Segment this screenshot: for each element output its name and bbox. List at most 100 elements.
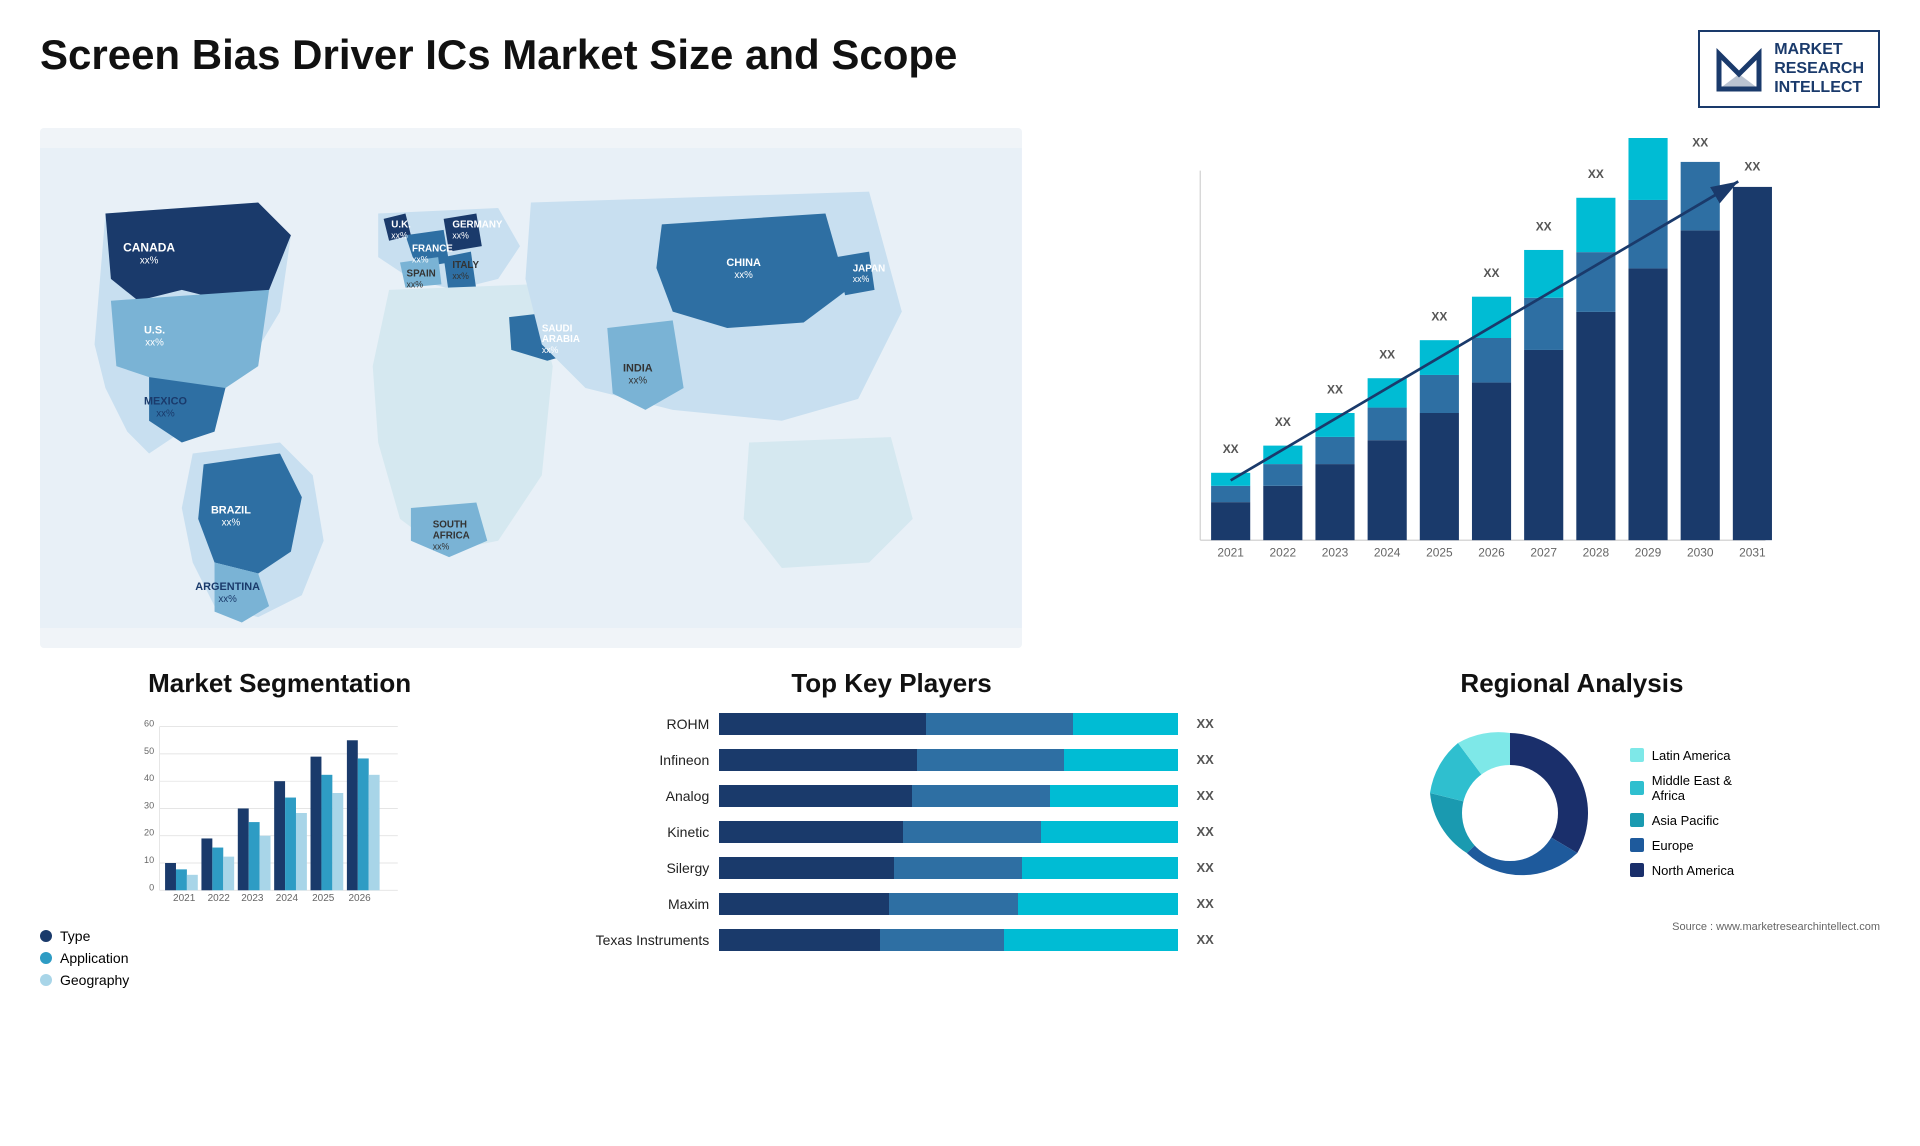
svg-text:XX: XX xyxy=(1692,138,1708,150)
top-section: CANADA xx% U.S. xx% MEXICO xx% BRAZIL xx… xyxy=(40,128,1880,648)
bottom-section: Market Segmentation 0 10 20 30 40 50 60 xyxy=(40,668,1880,1116)
player-rohm-bar xyxy=(719,713,1178,735)
player-silergy-val: XX xyxy=(1197,857,1214,879)
svg-text:30: 30 xyxy=(144,800,154,810)
legend-latin-color xyxy=(1630,748,1644,762)
player-silergy-name: Silergy xyxy=(569,860,709,876)
key-players-section: Top Key Players ROHM XX Infineon xyxy=(549,668,1234,1116)
svg-text:CANADA: CANADA xyxy=(123,240,175,254)
svg-text:ARABIA: ARABIA xyxy=(542,334,580,345)
legend-application-label: Application xyxy=(60,950,129,966)
players-list: ROHM XX Infineon xyxy=(549,713,1234,951)
svg-text:xx%: xx% xyxy=(452,270,469,280)
legend-mea-color xyxy=(1630,781,1644,795)
legend-type: Type xyxy=(40,928,519,944)
regional-section: Regional Analysis xyxy=(1264,668,1880,1116)
legend-geography: Geography xyxy=(40,972,519,988)
svg-text:2024: 2024 xyxy=(1374,545,1401,559)
svg-text:ITALY: ITALY xyxy=(452,260,479,271)
player-analog: Analog XX xyxy=(569,785,1214,807)
map-svg: CANADA xx% U.S. xx% MEXICO xx% BRAZIL xx… xyxy=(40,128,1022,648)
player-ti: Texas Instruments XX xyxy=(569,929,1214,951)
svg-text:XX: XX xyxy=(1483,266,1499,280)
player-maxim-val: XX xyxy=(1197,893,1214,915)
logo-text: MARKET RESEARCH INTELLECT xyxy=(1774,40,1864,98)
player-ti-bar xyxy=(719,929,1178,951)
svg-text:60: 60 xyxy=(144,718,154,728)
player-analog-val: XX xyxy=(1197,785,1214,807)
svg-text:SOUTH: SOUTH xyxy=(433,519,467,530)
svg-text:BRAZIL: BRAZIL xyxy=(211,504,251,516)
world-map: CANADA xx% U.S. xx% MEXICO xx% BRAZIL xx… xyxy=(40,128,1022,648)
player-maxim-bar xyxy=(719,893,1178,915)
svg-text:GERMANY: GERMANY xyxy=(452,219,503,230)
player-ti-val: XX xyxy=(1197,929,1214,951)
svg-text:AFRICA: AFRICA xyxy=(433,530,470,541)
svg-text:XX: XX xyxy=(1536,219,1552,233)
svg-text:2023: 2023 xyxy=(241,893,264,904)
segmentation-chart: 0 10 20 30 40 50 60 2021 xyxy=(40,713,519,913)
svg-text:2031: 2031 xyxy=(1739,545,1766,559)
svg-text:2025: 2025 xyxy=(312,893,335,904)
player-ti-name: Texas Instruments xyxy=(569,932,709,948)
legend-mea-label: Middle East &Africa xyxy=(1652,773,1732,803)
svg-text:FRANCE: FRANCE xyxy=(412,243,453,254)
svg-text:INDIA: INDIA xyxy=(623,362,653,374)
svg-text:xx%: xx% xyxy=(140,255,159,266)
svg-text:0: 0 xyxy=(149,882,154,892)
svg-text:XX: XX xyxy=(1223,442,1239,456)
donut-legend-latin: Latin America xyxy=(1630,748,1734,763)
legend-apac-color xyxy=(1630,813,1644,827)
growth-chart: XX 2021 XX 2022 XX 2023 XX 2024 xyxy=(1042,128,1880,648)
svg-text:xx%: xx% xyxy=(145,337,164,348)
player-analog-bar xyxy=(719,785,1178,807)
legend-na-color xyxy=(1630,863,1644,877)
legend-europe-color xyxy=(1630,838,1644,852)
player-rohm-val: XX xyxy=(1197,713,1214,735)
donut-legend-mea: Middle East &Africa xyxy=(1630,773,1734,803)
player-infineon-name: Infineon xyxy=(569,752,709,768)
donut-legend-europe: Europe xyxy=(1630,838,1734,853)
player-kinetic: Kinetic XX xyxy=(569,821,1214,843)
svg-text:XX: XX xyxy=(1379,347,1395,361)
svg-text:2027: 2027 xyxy=(1530,545,1557,559)
logo-icon xyxy=(1714,44,1764,94)
svg-text:2021: 2021 xyxy=(173,893,196,904)
legend-latin-label: Latin America xyxy=(1652,748,1731,763)
player-infineon: Infineon XX xyxy=(569,749,1214,771)
svg-text:xx%: xx% xyxy=(452,230,469,240)
svg-text:10: 10 xyxy=(144,855,154,865)
svg-text:xx%: xx% xyxy=(218,593,237,604)
svg-text:U.K.: U.K. xyxy=(391,219,411,230)
player-infineon-val: XX xyxy=(1197,749,1214,771)
page-title: Screen Bias Driver ICs Market Size and S… xyxy=(40,30,957,80)
legend-type-dot xyxy=(40,930,52,942)
svg-text:xx%: xx% xyxy=(407,279,424,289)
svg-text:XX: XX xyxy=(1588,167,1604,181)
player-maxim-name: Maxim xyxy=(569,896,709,912)
legend-na-label: North America xyxy=(1652,863,1734,878)
svg-text:2022: 2022 xyxy=(208,893,231,904)
svg-text:2026: 2026 xyxy=(1478,545,1505,559)
svg-text:XX: XX xyxy=(1275,415,1291,429)
growth-chart-svg: XX 2021 XX 2022 XX 2023 XX 2024 xyxy=(1052,138,1870,638)
svg-text:xx%: xx% xyxy=(853,274,870,284)
svg-text:ARGENTINA: ARGENTINA xyxy=(195,580,260,592)
svg-text:JAPAN: JAPAN xyxy=(853,263,885,274)
legend-application: Application xyxy=(40,950,519,966)
legend-application-dot xyxy=(40,952,52,964)
legend-geography-dot xyxy=(40,974,52,986)
player-silergy: Silergy XX xyxy=(569,857,1214,879)
donut-container: Latin America Middle East &Africa Asia P… xyxy=(1264,713,1880,913)
svg-text:2025: 2025 xyxy=(1426,545,1453,559)
svg-text:MEXICO: MEXICO xyxy=(144,395,187,407)
svg-text:50: 50 xyxy=(144,745,154,755)
player-rohm: ROHM XX xyxy=(569,713,1214,735)
player-kinetic-bar xyxy=(719,821,1178,843)
key-players-title: Top Key Players xyxy=(549,668,1234,699)
svg-text:xx%: xx% xyxy=(629,375,648,386)
svg-text:2030: 2030 xyxy=(1687,545,1714,559)
logo: MARKET RESEARCH INTELLECT xyxy=(1698,30,1880,108)
player-rohm-name: ROHM xyxy=(569,716,709,732)
svg-text:2021: 2021 xyxy=(1217,545,1244,559)
